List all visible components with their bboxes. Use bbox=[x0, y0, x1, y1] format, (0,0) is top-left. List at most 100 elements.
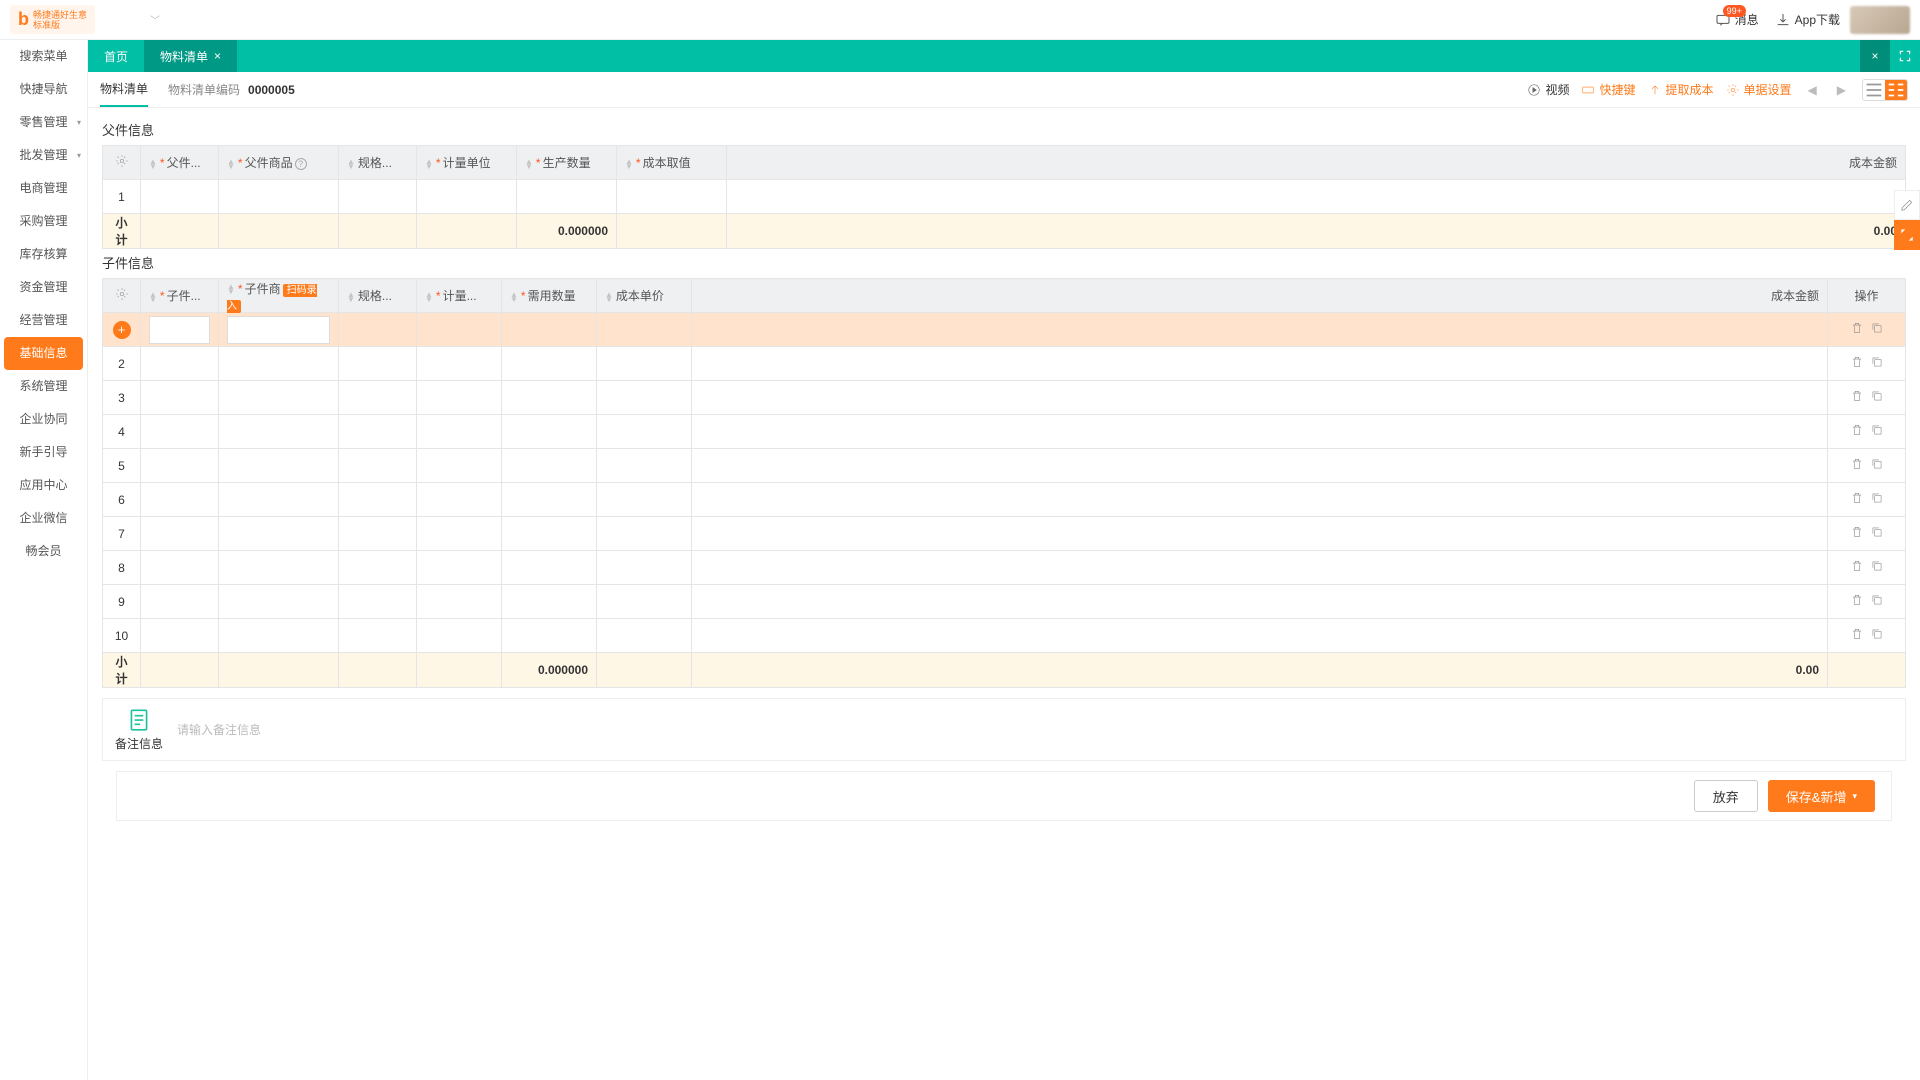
sidebar-item-11[interactable]: 企业协同 bbox=[0, 403, 87, 436]
child-col-op: 操作 bbox=[1828, 279, 1906, 313]
note-icon bbox=[126, 707, 152, 733]
parent-row[interactable]: 1 bbox=[103, 180, 1906, 214]
trash-icon bbox=[1850, 491, 1864, 505]
breadcrumb: 物料清单 物料清单编码 0000005 视频 快捷键 提取成本 单据 bbox=[88, 72, 1920, 108]
sidebar-item-10[interactable]: 系统管理 bbox=[0, 370, 87, 403]
child-row-1[interactable]: + bbox=[103, 313, 1906, 347]
content-scroll: 父件信息 ▲▼父件...▲▼父件商品?▲▼规格...▲▼计量单位▲▼生产数量▲▼… bbox=[88, 108, 1920, 1080]
copy-icon bbox=[1870, 355, 1884, 369]
brand-line1: 畅捷通好生意 bbox=[33, 10, 87, 20]
pencil-icon bbox=[1899, 197, 1915, 213]
add-row-button[interactable]: + bbox=[113, 321, 131, 339]
tab-home[interactable]: 首页 bbox=[88, 40, 144, 72]
tab-bom[interactable]: 物料清单 × bbox=[144, 40, 237, 72]
top-header: b 畅捷通好生意 标准版 ﹀ 99+ 消息 App下载 bbox=[0, 0, 1920, 40]
child-row-2[interactable]: 2 bbox=[103, 347, 1906, 381]
view-toggle bbox=[1862, 79, 1908, 101]
parent-col-3[interactable]: ▲▼计量单位 bbox=[417, 146, 517, 180]
trash-icon bbox=[1850, 559, 1864, 573]
next-doc-icon[interactable]: ▶ bbox=[1833, 83, 1850, 97]
help-icon[interactable]: ? bbox=[295, 158, 307, 170]
tool-shortcut[interactable]: 快捷键 bbox=[1581, 81, 1635, 98]
tab-close-all-button[interactable]: × bbox=[1860, 40, 1890, 72]
sidebar-item-5[interactable]: 采购管理 bbox=[0, 205, 87, 238]
download-icon bbox=[1775, 12, 1791, 28]
trash-icon bbox=[1850, 593, 1864, 607]
gear-icon[interactable] bbox=[115, 154, 129, 168]
breadcrumb-tab[interactable]: 物料清单 bbox=[100, 72, 148, 107]
company-dropdown-icon[interactable]: ﹀ bbox=[150, 12, 160, 27]
child-col-1[interactable]: ▲▼子件商扫码录入 bbox=[219, 279, 339, 313]
close-icon[interactable]: × bbox=[214, 49, 221, 63]
child-col-4[interactable]: ▲▼需用数量 bbox=[502, 279, 597, 313]
copy-icon bbox=[1870, 627, 1884, 641]
sidebar-item-15[interactable]: 畅会员 bbox=[0, 535, 87, 568]
discard-button[interactable]: 放弃 bbox=[1694, 780, 1758, 812]
arrow-up-icon bbox=[1648, 83, 1662, 97]
child-row-8[interactable]: 8 bbox=[103, 551, 1906, 585]
child-row-4[interactable]: 4 bbox=[103, 415, 1906, 449]
tool-video[interactable]: 视频 bbox=[1527, 81, 1569, 98]
sidebar-item-4[interactable]: 电商管理 bbox=[0, 172, 87, 205]
expand-icon bbox=[1899, 227, 1915, 243]
copy-icon bbox=[1870, 423, 1884, 437]
sidebar-item-14[interactable]: 企业微信 bbox=[0, 502, 87, 535]
sidebar-item-9[interactable]: 基础信息 bbox=[4, 337, 83, 370]
app-download-button[interactable]: App下载 bbox=[1775, 11, 1840, 28]
child-row-6[interactable]: 6 bbox=[103, 483, 1906, 517]
child-row-5[interactable]: 5 bbox=[103, 449, 1906, 483]
sidebar-item-7[interactable]: 资金管理 bbox=[0, 271, 87, 304]
avatar[interactable] bbox=[1850, 6, 1910, 34]
remark-section: 备注信息 bbox=[102, 698, 1906, 761]
parent-col-0[interactable]: ▲▼父件... bbox=[141, 146, 219, 180]
save-and-new-button[interactable]: 保存&新增▾ bbox=[1768, 780, 1875, 812]
sidebar-item-2[interactable]: 零售管理▾ bbox=[0, 106, 87, 139]
gear-icon[interactable] bbox=[115, 287, 129, 301]
logo-letter: b bbox=[18, 9, 29, 30]
child-row-10[interactable]: 10 bbox=[103, 619, 1906, 653]
sidebar-item-0[interactable]: 搜索菜单 bbox=[0, 40, 87, 73]
view-list-button[interactable] bbox=[1863, 80, 1885, 100]
fullscreen-icon[interactable] bbox=[1890, 40, 1920, 72]
footer-actions: 放弃 保存&新增▾ bbox=[116, 771, 1892, 821]
prev-doc-icon[interactable]: ◀ bbox=[1804, 83, 1821, 97]
parent-col-1[interactable]: ▲▼父件商品? bbox=[219, 146, 339, 180]
tool-extract-cost[interactable]: 提取成本 bbox=[1648, 81, 1714, 98]
play-icon bbox=[1527, 83, 1541, 97]
trash-icon bbox=[1850, 423, 1864, 437]
parent-col-2[interactable]: ▲▼规格... bbox=[339, 146, 417, 180]
child-col-2[interactable]: ▲▼规格... bbox=[339, 279, 417, 313]
float-expand-button[interactable] bbox=[1894, 220, 1920, 250]
sidebar-item-13[interactable]: 应用中心 bbox=[0, 469, 87, 502]
sidebar-item-8[interactable]: 经营管理 bbox=[0, 304, 87, 337]
tool-doc-settings[interactable]: 单据设置 bbox=[1726, 81, 1792, 98]
gear-icon bbox=[1726, 83, 1740, 97]
remark-input[interactable] bbox=[177, 723, 1893, 737]
child-col-0[interactable]: ▲▼子件... bbox=[141, 279, 219, 313]
child-col-3[interactable]: ▲▼计量... bbox=[417, 279, 502, 313]
copy-icon bbox=[1870, 559, 1884, 573]
child-row-3[interactable]: 3 bbox=[103, 381, 1906, 415]
sidebar-item-3[interactable]: 批发管理▾ bbox=[0, 139, 87, 172]
sidebar-item-6[interactable]: 库存核算 bbox=[0, 238, 87, 271]
float-edit-button[interactable] bbox=[1894, 190, 1920, 220]
child-row-7[interactable]: 7 bbox=[103, 517, 1906, 551]
brand-line2: 标准版 bbox=[33, 20, 87, 30]
brand-logo: b 畅捷通好生意 标准版 bbox=[10, 5, 95, 34]
tab-bar: 首页 物料清单 × × bbox=[88, 40, 1920, 72]
child-section-title: 子件信息 bbox=[102, 253, 1906, 272]
child-col-5[interactable]: ▲▼成本单价 bbox=[597, 279, 692, 313]
messages-button[interactable]: 99+ 消息 bbox=[1715, 11, 1759, 28]
view-card-button[interactable] bbox=[1885, 80, 1907, 100]
child-col-6[interactable]: 成本金额 bbox=[692, 279, 1828, 313]
child-code-input[interactable] bbox=[149, 316, 210, 344]
child-row-9[interactable]: 9 bbox=[103, 585, 1906, 619]
copy-icon bbox=[1870, 321, 1884, 335]
sidebar-item-1[interactable]: 快捷导航 bbox=[0, 73, 87, 106]
chevron-down-icon: ▾ bbox=[1852, 791, 1857, 802]
sidebar-item-12[interactable]: 新手引导 bbox=[0, 436, 87, 469]
parent-col-5[interactable]: ▲▼成本取值 bbox=[617, 146, 727, 180]
child-product-input[interactable] bbox=[227, 316, 330, 344]
parent-col-6[interactable]: 成本金额 bbox=[727, 146, 1906, 180]
parent-col-4[interactable]: ▲▼生产数量 bbox=[517, 146, 617, 180]
